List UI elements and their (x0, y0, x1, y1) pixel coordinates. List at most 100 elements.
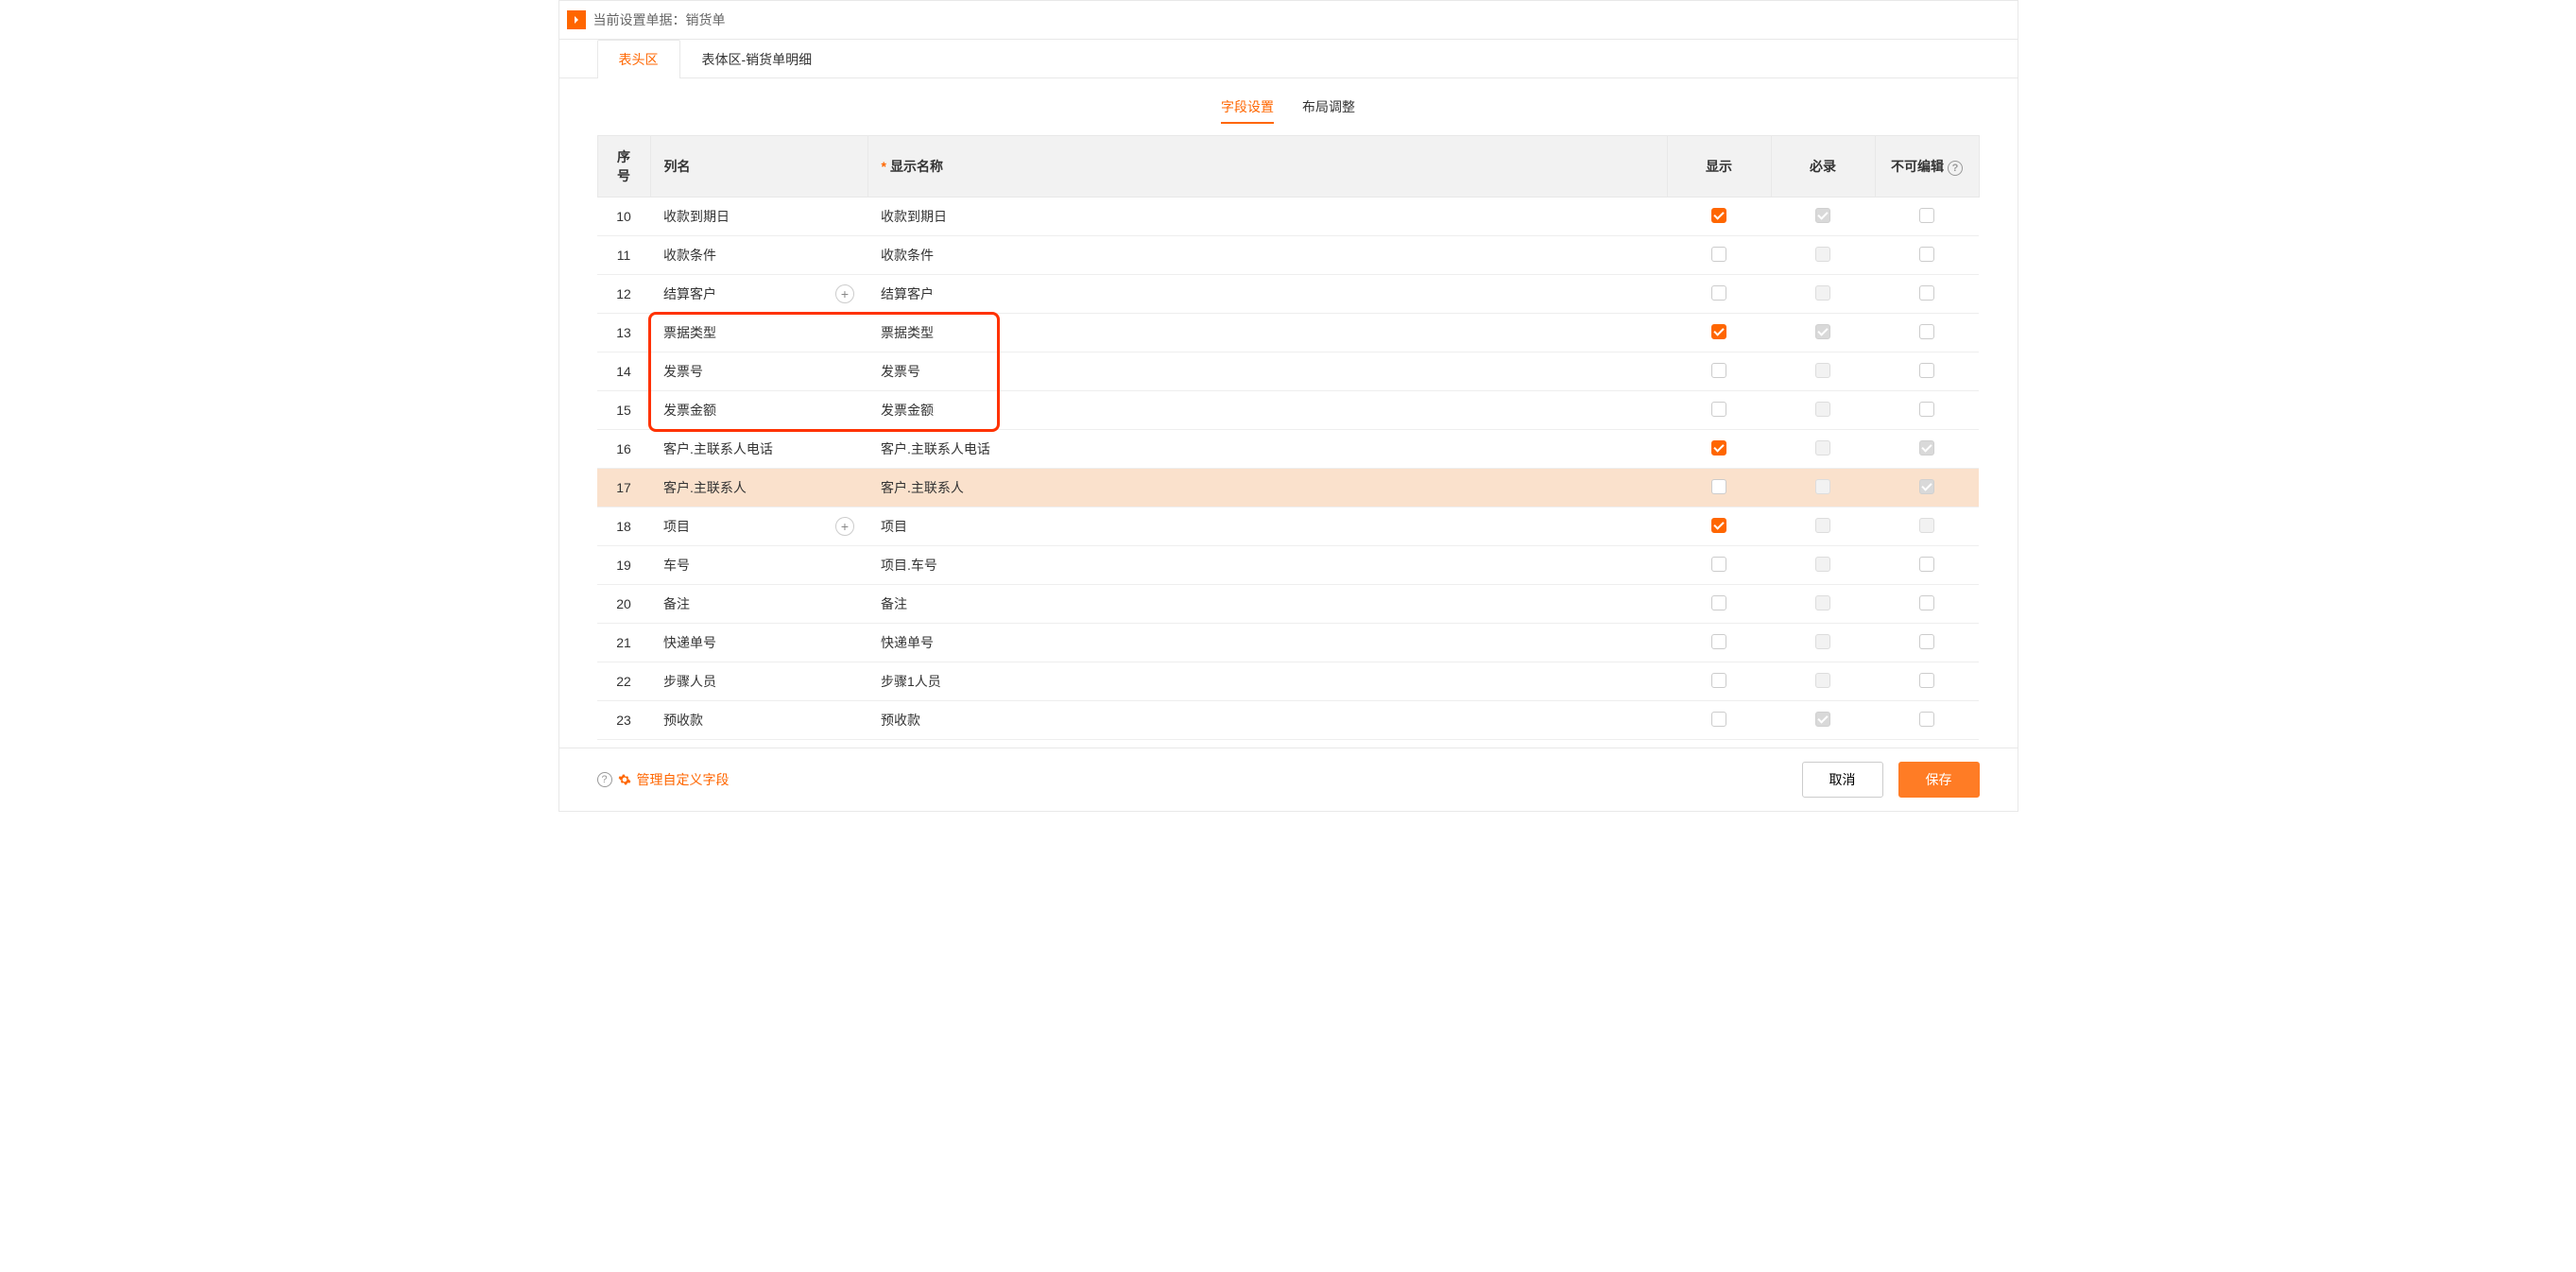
cell-name: 结算客户 (650, 275, 867, 314)
cell-display[interactable]: 结算客户 (867, 275, 1667, 314)
checkbox-show[interactable] (1711, 208, 1726, 223)
cell-required (1771, 507, 1875, 546)
checkbox-locked[interactable] (1919, 712, 1934, 727)
cell-locked (1875, 546, 1979, 585)
checkbox-show[interactable] (1711, 595, 1726, 610)
footer: ? 管理自定义字段 取消 保存 (559, 748, 2018, 811)
cell-name: 票据类型 (650, 314, 867, 352)
tab-header-area[interactable]: 表头区 (597, 40, 680, 78)
cell-display[interactable]: 发票金额 (867, 391, 1667, 430)
subtab-field-settings[interactable]: 字段设置 (1221, 92, 1274, 124)
cell-display[interactable]: 收款到期日 (867, 198, 1667, 236)
cell-display[interactable]: 步骤1人员 (867, 662, 1667, 701)
checkbox-locked[interactable] (1919, 402, 1934, 417)
subtab-layout-adjust[interactable]: 布局调整 (1302, 92, 1355, 124)
cell-required (1771, 624, 1875, 662)
checkbox-show[interactable] (1711, 247, 1726, 262)
table-row: 19车号项目.车号 (597, 546, 1979, 585)
table-row: 21快递单号快递单号 (597, 624, 1979, 662)
cell-name: 项目 (650, 507, 867, 546)
cell-show (1667, 391, 1771, 430)
cell-seq: 13 (597, 314, 650, 352)
checkbox-show[interactable] (1711, 712, 1726, 727)
cell-locked (1875, 236, 1979, 275)
cell-display[interactable]: 收款条件 (867, 236, 1667, 275)
checkbox-show[interactable] (1711, 673, 1726, 688)
checkbox-show[interactable] (1711, 402, 1726, 417)
cell-display[interactable]: 项目.车号 (867, 546, 1667, 585)
cell-name: 车号 (650, 546, 867, 585)
cell-display[interactable]: 客户.主联系人电话 (867, 430, 1667, 469)
cell-name: 客户.主联系人 (650, 469, 867, 507)
help-icon[interactable]: ? (1948, 161, 1963, 176)
sub-tabs: 字段设置 布局调整 (559, 78, 2018, 124)
table-row: 14发票号发票号 (597, 352, 1979, 391)
cell-show (1667, 236, 1771, 275)
checkbox-locked[interactable] (1919, 324, 1934, 339)
cell-required (1771, 701, 1875, 740)
cell-locked (1875, 275, 1979, 314)
th-display: *显示名称 (867, 136, 1667, 198)
checkbox-show[interactable] (1711, 557, 1726, 572)
checkbox-locked[interactable] (1919, 208, 1934, 223)
checkbox-show[interactable] (1711, 479, 1726, 494)
add-sub-field-button[interactable] (835, 517, 854, 536)
checkbox-show[interactable] (1711, 285, 1726, 301)
cell-show (1667, 546, 1771, 585)
cell-show (1667, 507, 1771, 546)
cell-show (1667, 701, 1771, 740)
table-row: 23预收款预收款 (597, 701, 1979, 740)
checkbox-required (1815, 440, 1830, 456)
checkbox-locked[interactable] (1919, 634, 1934, 649)
cell-seq: 22 (597, 662, 650, 701)
current-doc-label: 当前设置单据：销货单 (593, 10, 726, 29)
th-show: 显示 (1667, 136, 1771, 198)
cell-seq: 10 (597, 198, 650, 236)
cell-display[interactable]: 票据类型 (867, 314, 1667, 352)
cell-required (1771, 469, 1875, 507)
cell-required (1771, 391, 1875, 430)
tab-body-area[interactable]: 表体区-销货单明细 (680, 40, 834, 78)
gear-icon (618, 773, 631, 786)
cell-seq: 16 (597, 430, 650, 469)
checkbox-required (1815, 479, 1830, 494)
checkbox-locked[interactable] (1919, 285, 1934, 301)
checkbox-required (1815, 402, 1830, 417)
cell-display[interactable]: 预收款 (867, 701, 1667, 740)
checkbox-show[interactable] (1711, 518, 1726, 533)
cell-display[interactable]: 备注 (867, 585, 1667, 624)
add-sub-field-button[interactable] (835, 284, 854, 303)
checkbox-required (1815, 247, 1830, 262)
checkbox-locked[interactable] (1919, 247, 1934, 262)
checkbox-show[interactable] (1711, 324, 1726, 339)
th-seq: 序号 (597, 136, 650, 198)
cell-display[interactable]: 快递单号 (867, 624, 1667, 662)
cell-seq: 21 (597, 624, 650, 662)
table-row: 13票据类型票据类型 (597, 314, 1979, 352)
cell-name: 发票金额 (650, 391, 867, 430)
checkbox-show[interactable] (1711, 634, 1726, 649)
checkbox-locked[interactable] (1919, 557, 1934, 572)
cell-name: 客户.主联系人电话 (650, 430, 867, 469)
cell-display[interactable]: 客户.主联系人 (867, 469, 1667, 507)
cell-display[interactable]: 项目 (867, 507, 1667, 546)
cell-display[interactable]: 发票号 (867, 352, 1667, 391)
cell-name: 收款到期日 (650, 198, 867, 236)
cell-seq: 15 (597, 391, 650, 430)
save-button[interactable]: 保存 (1898, 762, 1980, 798)
checkbox-locked[interactable] (1919, 673, 1934, 688)
checkbox-required (1815, 595, 1830, 610)
checkbox-locked (1919, 518, 1934, 533)
main-tabs: 表头区 表体区-销货单明细 (559, 40, 2018, 78)
cancel-button[interactable]: 取消 (1802, 762, 1883, 798)
checkbox-required (1815, 518, 1830, 533)
cell-seq: 11 (597, 236, 650, 275)
checkbox-show[interactable] (1711, 440, 1726, 456)
cell-show (1667, 585, 1771, 624)
checkbox-show[interactable] (1711, 363, 1726, 378)
cell-seq: 18 (597, 507, 650, 546)
checkbox-locked[interactable] (1919, 363, 1934, 378)
manage-custom-fields-link[interactable]: ? 管理自定义字段 (597, 770, 730, 789)
expand-sidebar-button[interactable] (567, 10, 586, 29)
checkbox-locked[interactable] (1919, 595, 1934, 610)
